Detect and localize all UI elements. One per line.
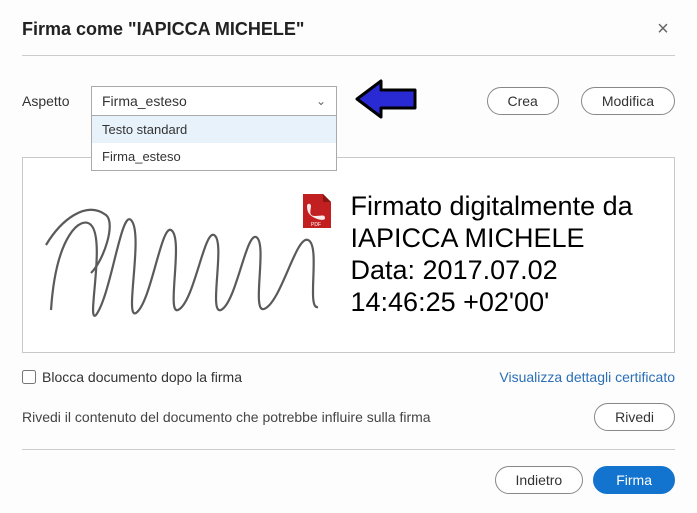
pdf-badge-icon: PDF (301, 194, 331, 228)
annotation-arrow-icon (355, 78, 419, 123)
appearance-label: Aspetto (22, 93, 77, 109)
back-button[interactable]: Indietro (495, 466, 584, 494)
appearance-dropdown: Testo standard Firma_esteso (91, 116, 337, 171)
appearance-option[interactable]: Firma_esteso (92, 143, 336, 170)
chevron-down-icon: ⌄ (316, 94, 326, 108)
create-button[interactable]: Crea (487, 87, 559, 115)
modify-button[interactable]: Modifica (581, 87, 675, 115)
appearance-row: Aspetto Firma_esteso ⌄ Testo standard Fi… (22, 78, 675, 123)
close-icon[interactable]: × (651, 18, 675, 41)
review-text: Rivedi il contenuto del documento che po… (22, 409, 431, 425)
lock-checkbox-label[interactable]: Blocca documento dopo la firma (22, 369, 242, 385)
review-button[interactable]: Rivedi (594, 403, 675, 431)
dialog-title: Firma come "IAPICCA MICHELE" (22, 19, 304, 40)
certificate-details-link[interactable]: Visualizza dettagli certificato (499, 369, 675, 385)
lock-checkbox[interactable] (22, 370, 36, 384)
sign-button[interactable]: Firma (593, 466, 675, 494)
handwritten-signature-icon (36, 175, 336, 335)
dialog-header: Firma come "IAPICCA MICHELE" × (22, 18, 675, 56)
sign-dialog: Firma come "IAPICCA MICHELE" × Aspetto F… (0, 0, 697, 512)
lock-row: Blocca documento dopo la firma Visualizz… (22, 369, 675, 385)
appearance-option[interactable]: Testo standard (92, 116, 336, 143)
appearance-selected-value: Firma_esteso (102, 93, 187, 109)
signature-preview: PDF Firmato digitalmente da IAPICCA MICH… (22, 157, 675, 353)
signature-text: Firmato digitalmente da IAPICCA MICHELE … (351, 191, 671, 318)
dialog-footer: Indietro Firma (22, 466, 675, 494)
appearance-select[interactable]: Firma_esteso ⌄ (91, 86, 337, 116)
signature-image-panel: PDF (23, 158, 349, 352)
lock-label-text: Blocca documento dopo la firma (42, 369, 242, 385)
review-row: Rivedi il contenuto del documento che po… (22, 403, 675, 450)
appearance-select-wrap: Firma_esteso ⌄ Testo standard Firma_este… (91, 86, 337, 116)
signature-text-panel: Firmato digitalmente da IAPICCA MICHELE … (349, 158, 675, 352)
svg-text:PDF: PDF (311, 222, 321, 228)
